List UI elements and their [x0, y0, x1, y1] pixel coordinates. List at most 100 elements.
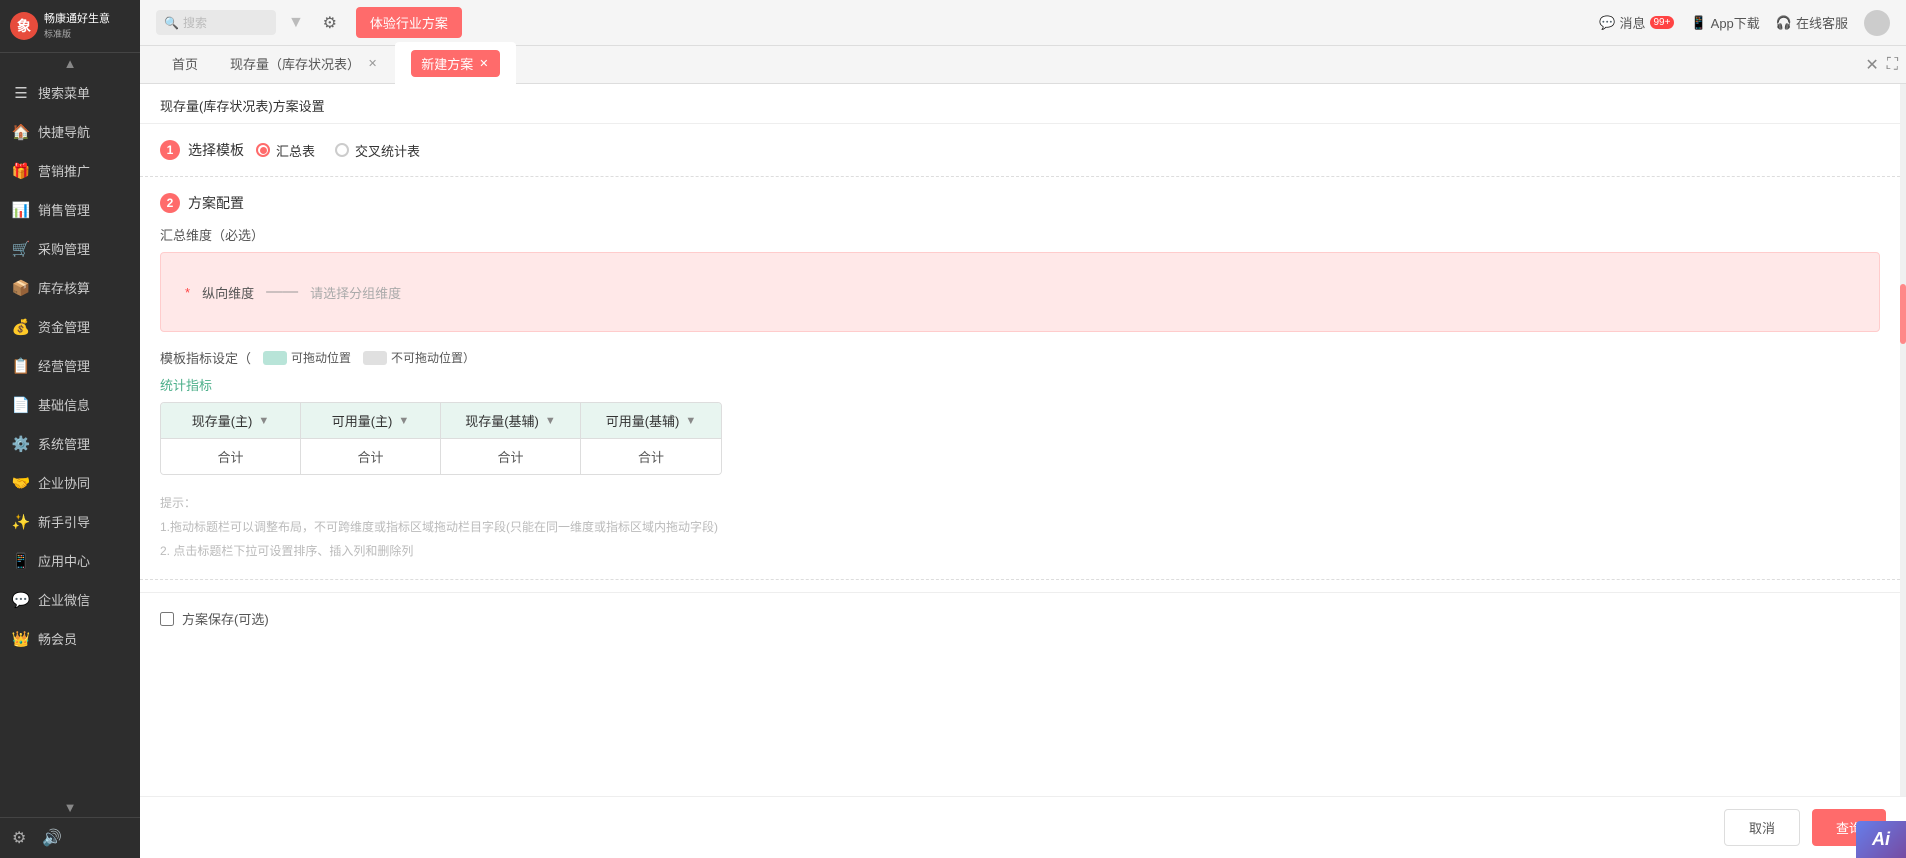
- sidebar-item-system[interactable]: ⚙️ 系统管理: [0, 424, 140, 463]
- sound-icon[interactable]: 🔊: [42, 828, 62, 848]
- search-dropdown-icon: ▼: [288, 14, 304, 32]
- stats-col-3-chevron[interactable]: ▼: [685, 415, 696, 427]
- sidebar: 象 畅康通好生意 标准版 ▲ ☰ 搜索菜单 🏠 快捷导航 🎁 营销推广 📊 销售…: [0, 0, 140, 858]
- tab-new-scheme[interactable]: 新建方案 ✕: [395, 42, 516, 87]
- sidebar-item-label: 企业微信: [38, 590, 90, 609]
- tab-inventory-status[interactable]: 现存量（库存状况表） ✕: [214, 46, 395, 83]
- cart-icon: 🛒: [12, 240, 30, 258]
- messages-button[interactable]: 💬 消息 99+: [1599, 13, 1674, 32]
- logo-text-block: 畅康通好生意 标准版: [44, 12, 110, 39]
- stats-col-2-chevron[interactable]: ▼: [545, 415, 556, 427]
- sidebar-item-operations[interactable]: 📋 经营管理: [0, 346, 140, 385]
- stats-col-3[interactable]: 可用量(基辅) ▼: [581, 403, 721, 438]
- page-title: 现存量(库存状况表)方案设置: [160, 99, 325, 114]
- sidebar-item-search-menu[interactable]: ☰ 搜索菜单: [0, 73, 140, 112]
- tab-inventory-close[interactable]: ✕: [366, 57, 379, 70]
- search-bar[interactable]: 🔍 搜索: [156, 10, 276, 35]
- tabbar-right-actions: ✕ ⛶: [1865, 55, 1906, 75]
- sidebar-item-label: 营销推广: [38, 161, 90, 180]
- messages-badge: 99+: [1650, 16, 1675, 29]
- sidebar-scroll-down[interactable]: ▼: [0, 797, 140, 817]
- stats-col-0-chevron[interactable]: ▼: [258, 415, 269, 427]
- app-download-label: App下载: [1711, 13, 1760, 32]
- sidebar-item-inventory[interactable]: 📦 库存核算: [0, 268, 140, 307]
- handshake-icon: 🤝: [12, 474, 30, 492]
- save-checkbox[interactable]: [160, 612, 174, 626]
- stats-col-3-label: 可用量(基辅): [606, 411, 680, 430]
- tab-close-all-icon[interactable]: ✕: [1865, 55, 1878, 75]
- radio-summary-label: 汇总表: [276, 141, 315, 160]
- new-scheme-close[interactable]: ✕: [477, 57, 490, 70]
- tab-home[interactable]: 首页: [156, 46, 214, 83]
- stats-col-1-chevron[interactable]: ▼: [398, 415, 409, 427]
- vertical-dim-row: * 纵向维度 —— 请选择分组维度: [185, 283, 401, 302]
- sidebar-item-label: 企业协同: [38, 473, 90, 492]
- sidebar-item-guide[interactable]: ✨ 新手引导: [0, 502, 140, 541]
- stats-cell-3: 合计: [581, 439, 721, 474]
- stats-col-2[interactable]: 现存量(基辅) ▼: [441, 403, 581, 438]
- action-bar: 取消 查询: [140, 796, 1906, 858]
- tip-2: 2. 点击标题栏下拉可设置排序、插入列和删除列: [160, 539, 1880, 563]
- stats-col-1[interactable]: 可用量(主) ▼: [301, 403, 441, 438]
- dimension-group-label: 汇总维度（必选）: [160, 225, 1880, 244]
- customer-service-label: 在线客服: [1796, 13, 1848, 32]
- draggable-label: 可拖动位置: [291, 349, 351, 366]
- stats-col-2-label: 现存量(基辅): [465, 411, 539, 430]
- sidebar-item-sales[interactable]: 📊 销售管理: [0, 190, 140, 229]
- new-scheme-tab[interactable]: 新建方案 ✕: [411, 50, 500, 77]
- sidebar-item-label: 库存核算: [38, 278, 90, 297]
- dim-arrow: ——: [266, 283, 298, 301]
- stats-cell-2: 合计: [441, 439, 581, 474]
- dim-placeholder[interactable]: 请选择分组维度: [310, 283, 401, 302]
- dimension-selection-box: * 纵向维度 —— 请选择分组维度: [160, 252, 1880, 332]
- radio-summary[interactable]: 汇总表: [256, 141, 315, 160]
- sidebar-item-corp-wechat[interactable]: 💬 企业微信: [0, 580, 140, 619]
- topbar-gear-icon[interactable]: ⚙: [316, 9, 344, 37]
- sidebar-item-corp[interactable]: 🤝 企业协同: [0, 463, 140, 502]
- stats-col-0-label: 现存量(主): [192, 411, 253, 430]
- app-download-button[interactable]: 📱 App下载: [1690, 13, 1759, 32]
- tab-expand-icon[interactable]: ⛶: [1887, 56, 1898, 74]
- user-avatar[interactable]: [1864, 10, 1890, 36]
- non-draggable-label: 不可拖动位置）: [391, 349, 475, 366]
- sidebar-item-basic-info[interactable]: 📄 基础信息: [0, 385, 140, 424]
- sidebar-scroll-up[interactable]: ▲: [0, 53, 140, 73]
- ai-badge[interactable]: Ai: [1856, 821, 1906, 858]
- drag-indicator-icon: [263, 351, 287, 365]
- app-badge: 标准版: [44, 27, 110, 40]
- trial-industry-button[interactable]: 体验行业方案: [356, 7, 462, 38]
- draggable-badge: 可拖动位置: [263, 349, 351, 366]
- stats-col-0[interactable]: 现存量(主) ▼: [161, 403, 301, 438]
- topbar: 🔍 搜索 ▼ ⚙ 体验行业方案 💬 消息 99+ 📱 App下载 🎧 在线客服: [140, 0, 1906, 46]
- sidebar-logo: 象 畅康通好生意 标准版: [0, 0, 140, 53]
- non-draggable-badge: 不可拖动位置）: [363, 349, 475, 366]
- indicator-header: 模板指标设定（ 可拖动位置 不可拖动位置）: [160, 348, 1880, 367]
- indicator-settings-label: 模板指标设定（: [160, 348, 251, 367]
- sidebar-item-purchase[interactable]: 🛒 采购管理: [0, 229, 140, 268]
- stats-table-body: 合计 合计 合计 合计: [161, 438, 721, 474]
- sidebar-item-member[interactable]: 👑 畅会员: [0, 619, 140, 658]
- right-scroll-thumb[interactable]: [1900, 284, 1906, 344]
- sidebar-item-marketing[interactable]: 🎁 营销推广: [0, 151, 140, 190]
- cancel-button[interactable]: 取消: [1724, 809, 1800, 846]
- doc-icon: 📄: [12, 396, 30, 414]
- sidebar-item-label: 应用中心: [38, 551, 90, 570]
- app-name: 畅康通好生意: [44, 12, 110, 26]
- customer-service-button[interactable]: 🎧 在线客服: [1776, 13, 1848, 32]
- stats-cell-0: 合计: [161, 439, 301, 474]
- content-area: 现存量(库存状况表)方案设置 1 选择模板 汇总表 交叉统计表: [140, 84, 1900, 796]
- settings-icon[interactable]: ⚙: [12, 828, 26, 848]
- section2-title: 2 方案配置: [160, 193, 1880, 213]
- star-icon: ✨: [12, 513, 30, 531]
- section-1: 1 选择模板 汇总表 交叉统计表: [160, 140, 1880, 160]
- sidebar-item-label: 新手引导: [38, 512, 90, 531]
- phone-download-icon: 📱: [1690, 15, 1706, 31]
- tab-inventory-label: 现存量（库存状况表）: [230, 54, 360, 73]
- main-area: 🔍 搜索 ▼ ⚙ 体验行业方案 💬 消息 99+ 📱 App下载 🎧 在线客服: [140, 0, 1906, 858]
- sidebar-item-app-center[interactable]: 📱 应用中心: [0, 541, 140, 580]
- sidebar-item-quick-nav[interactable]: 🏠 快捷导航: [0, 112, 140, 151]
- radio-cross[interactable]: 交叉统计表: [335, 141, 420, 160]
- sidebar-item-finance[interactable]: 💰 资金管理: [0, 307, 140, 346]
- phone-icon: 📱: [12, 552, 30, 570]
- step2-badge: 2: [160, 193, 180, 213]
